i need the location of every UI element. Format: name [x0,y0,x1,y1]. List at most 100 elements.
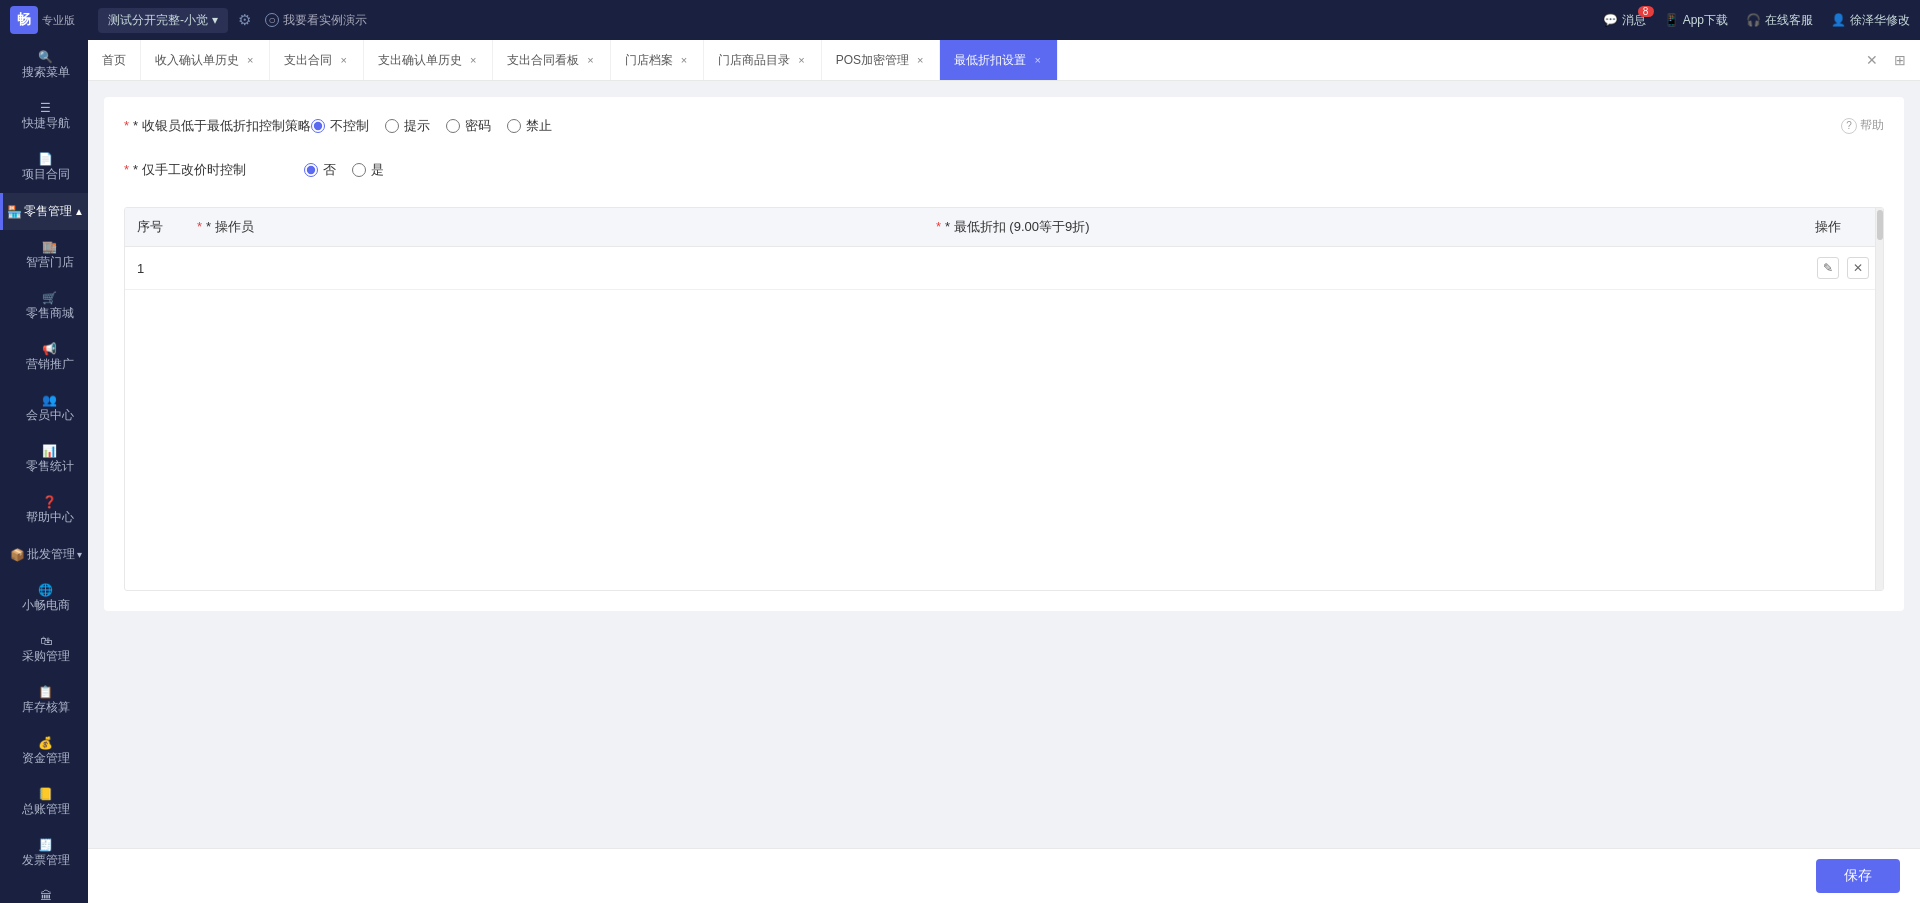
tab-payment-contract-board-close[interactable]: × [585,54,595,66]
manual-price-label: ** 仅手工改价时控制 [124,161,304,179]
sidebar-item-finance-mgmt[interactable]: 💰 资金管理 [0,726,88,777]
marketing-icon: 📢 [42,342,57,356]
content-area: 首页 收入确认单历史 × 支出合同 × 支出确认单历史 × 支出合同看板 × 门… [88,40,1920,903]
required-star-cashier: * [124,118,129,133]
sidebar-item-retail-mall[interactable]: 🛒 零售商城 [0,281,88,332]
tab-store-products-close[interactable]: × [796,54,806,66]
sidebar-item-invoice-mgmt[interactable]: 🧾 发票管理 [0,828,88,879]
tab-payment-contract-board[interactable]: 支出合同看板 × [493,40,610,80]
tab-menu-icon[interactable]: ⊞ [1888,50,1912,70]
purchase-mgmt-icon: 🛍 [40,634,52,648]
table-scrollbar[interactable] [1875,208,1883,590]
online-support-icon: 🎧 [1746,13,1761,27]
smart-store-icon: 🏬 [42,240,57,254]
tab-close-all-icon[interactable]: ✕ [1860,50,1884,70]
tab-min-discount-settings-close[interactable]: × [1032,54,1042,66]
sidebar-label-wholesale-mgmt: 批发管理 [27,546,75,563]
shortcut-icon: ☰ [40,101,51,115]
radio-prompt-input[interactable] [385,119,399,133]
online-support-item[interactable]: 🎧 在线客服 [1746,12,1813,29]
sidebar-item-ecommerce[interactable]: 🌐 小畅电商 [0,573,88,624]
project-selector[interactable]: 测试分开完整-小觉 ▾ [98,8,228,33]
search-icon: 🔍 [38,50,53,64]
col-header-operator-label: * 操作员 [206,219,254,234]
sidebar-item-retail-mgmt[interactable]: 🏪 零售管理 ▲ [0,193,88,230]
tab-income-confirm-history[interactable]: 收入确认单历史 × [141,40,270,80]
radio-forbid[interactable]: 禁止 [507,117,552,135]
col-header-discount-label: * 最低折扣 (9.00等于9折) [945,219,1089,234]
tab-store-profile-label: 门店档案 [625,52,673,69]
tab-payment-contract-close[interactable]: × [338,54,348,66]
ecommerce-icon: 🌐 [38,583,53,597]
demo-link[interactable]: ○ 我要看实例演示 [265,12,367,29]
topbar: 畅 专业版 测试分开完整-小觉 ▾ ⚙ ○ 我要看实例演示 💬 消息 8 📱 A… [0,0,1920,40]
table-header-row: 序号 ** 操作员 ** 最低折扣 (9.00等于9折) 操作 [125,208,1883,247]
tab-home-label: 首页 [102,52,126,69]
radio-no-control-input[interactable] [311,119,325,133]
message-item[interactable]: 💬 消息 8 [1603,12,1646,29]
tab-pos-password-close[interactable]: × [915,54,925,66]
sidebar-item-shortcut[interactable]: ☰ 快捷导航 [0,91,88,142]
tab-store-profile[interactable]: 门店档案 × [611,40,704,80]
cashier-policy-label: ** 收银员低于最低折扣控制策略 [124,117,311,135]
sidebar-item-search[interactable]: 🔍 搜索菜单 [0,40,88,91]
sidebar-item-member-center[interactable]: 👥 会员中心 [0,383,88,434]
tab-payment-confirm-history[interactable]: 支出确认单历史 × [364,40,493,80]
sidebar-item-marketing[interactable]: 📢 营销推广 [0,332,88,383]
sidebar-item-retail-stats[interactable]: 📊 零售统计 [0,434,88,485]
tab-pos-password[interactable]: POS加密管理 × [822,40,941,80]
cashier-policy-radio-group: 不控制 提示 密码 [311,117,552,135]
cell-seq: 1 [125,247,185,290]
sidebar-item-project-contract[interactable]: 📄 项目合同 [0,142,88,193]
sidebar-label-shortcut: 快捷导航 [22,115,70,132]
sidebar-item-wholesale-mgmt[interactable]: 📦 批发管理 ▾ [0,536,88,573]
edit-row-button[interactable]: ✎ [1817,257,1839,279]
help-link[interactable]: ? 帮助 [1841,117,1884,134]
sidebar-label-search: 搜索菜单 [22,64,70,81]
radio-no-control-label: 不控制 [330,117,369,135]
tab-income-confirm-history-close[interactable]: × [245,54,255,66]
tab-home[interactable]: 首页 [88,40,141,80]
radio-forbid-input[interactable] [507,119,521,133]
delete-row-button[interactable]: ✕ [1847,257,1869,279]
sidebar-item-smart-store[interactable]: 🏬 智营门店 [0,230,88,281]
settings-gear-icon[interactable]: ⚙ [238,11,251,29]
message-icon: 💬 [1603,13,1618,27]
radio-password[interactable]: 密码 [446,117,491,135]
project-dropdown-icon: ▾ [212,13,218,27]
tab-store-products[interactable]: 门店商品目录 × [704,40,821,80]
user-item[interactable]: 👤 徐泽华修改 [1831,12,1910,29]
wholesale-mgmt-arrow-icon: ▾ [77,549,82,560]
table-scrollbar-thumb[interactable] [1877,210,1883,240]
tab-payment-confirm-history-close[interactable]: × [468,54,478,66]
finance-mgmt-icon: 💰 [38,736,53,750]
main-layout: 🔍 搜索菜单 ☰ 快捷导航 📄 项目合同 🏪 零售管理 ▲ 🏬 智营门店 🛒 零… [0,40,1920,903]
radio-no[interactable]: 否 [304,161,336,179]
sidebar-item-help-center[interactable]: ❓ 帮助中心 [0,485,88,536]
sidebar-item-inventory[interactable]: 📋 库存核算 [0,675,88,726]
tab-store-profile-close[interactable]: × [679,54,689,66]
radio-yes[interactable]: 是 [352,161,384,179]
sidebar-item-ledger[interactable]: 📒 总账管理 [0,777,88,828]
app-download-item[interactable]: 📱 App下载 [1664,12,1728,29]
sidebar-item-purchase-mgmt[interactable]: 🛍 采购管理 [0,624,88,675]
radio-prompt[interactable]: 提示 [385,117,430,135]
radio-yes-input[interactable] [352,163,366,177]
tax-mgmt-icon: 🏛 [40,889,52,903]
col-header-seq: 序号 [125,208,185,247]
tab-payment-contract-label: 支出合同 [284,52,332,69]
tab-min-discount-settings-label: 最低折扣设置 [954,52,1026,69]
cell-discount[interactable] [924,247,1803,290]
table-row: 1 ✎ ✕ [125,247,1883,290]
cell-action: ✎ ✕ [1803,247,1883,290]
radio-password-input[interactable] [446,119,460,133]
tab-payment-contract[interactable]: 支出合同 × [270,40,363,80]
table-container: 序号 ** 操作员 ** 最低折扣 (9.00等于9折) 操作 [124,207,1884,591]
radio-no-control[interactable]: 不控制 [311,117,369,135]
save-button[interactable]: 保存 [1816,859,1900,893]
sidebar-item-tax-mgmt[interactable]: 🏛 税务管理 [0,879,88,903]
demo-label: 我要看实例演示 [283,12,367,29]
radio-no-input[interactable] [304,163,318,177]
cell-operator[interactable] [185,247,924,290]
tab-min-discount-settings[interactable]: 最低折扣设置 × [940,40,1057,80]
